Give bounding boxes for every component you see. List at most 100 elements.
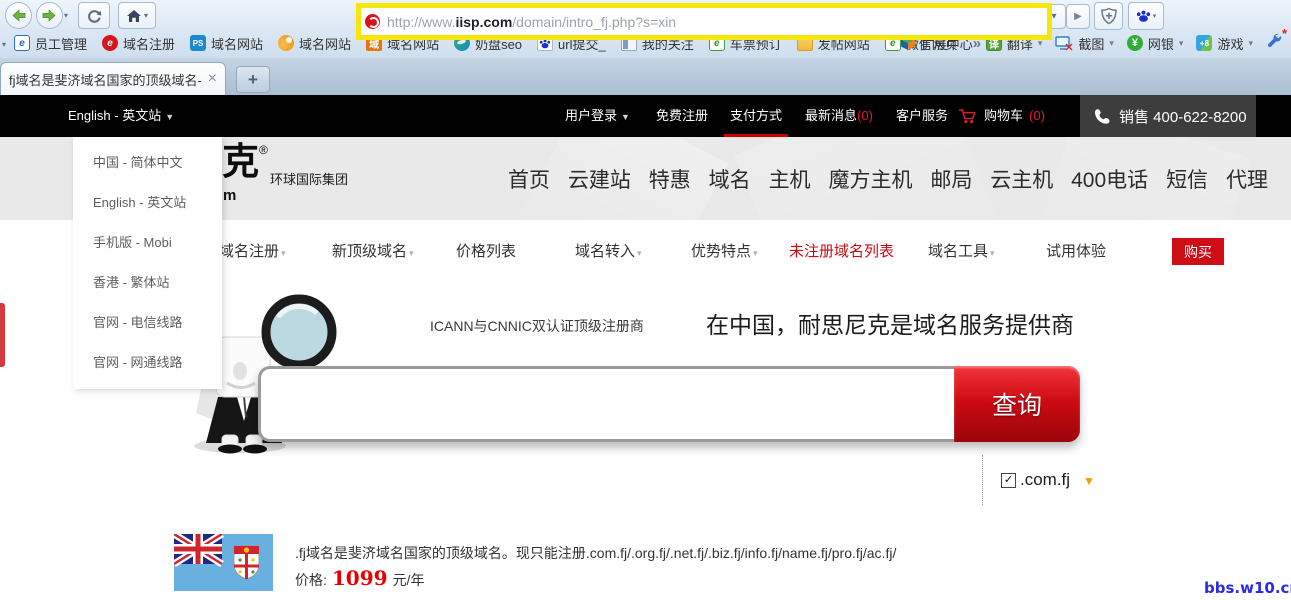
lang-option-hk[interactable]: 香港 - 繁体站	[73, 263, 222, 303]
nav-item-mail[interactable]: 邮局	[930, 164, 972, 194]
payment-link[interactable]: 支付方式	[723, 95, 789, 137]
lang-option-telecom[interactable]: 官网 - 电信线路	[73, 303, 222, 343]
orange-swirl-icon	[278, 35, 295, 51]
nav-item-hosting[interactable]: 主机	[769, 164, 811, 194]
nav-item-agent[interactable]: 代理	[1226, 164, 1268, 194]
subnav-trial[interactable]: 试用体验	[1046, 240, 1106, 261]
games-button[interactable]: +8 游戏 ▾	[1196, 34, 1253, 53]
nav-item-cube-hosting[interactable]: 魔方主机	[828, 164, 912, 194]
bank-caret[interactable]: ▾	[1179, 38, 1184, 49]
price-label: 价格:	[295, 572, 327, 588]
search-query-button[interactable]: 查询	[954, 366, 1080, 442]
nav-item-cloud[interactable]: 云主机	[990, 164, 1053, 194]
bookmarks-left-caret[interactable]: ▾	[2, 40, 6, 49]
lang-option-mobile[interactable]: 手机版 - Mobi	[73, 223, 222, 263]
url-text[interactable]: http://www.iisp.com/domain/intro_fj.php?…	[387, 14, 676, 30]
subnav-domain-register[interactable]: 域名注册 ▾	[219, 240, 286, 261]
address-bar-highlight[interactable]: http://www.iisp.com/domain/intro_fj.php?…	[356, 3, 1052, 40]
subnav-new-tlds[interactable]: 新顶级域名 ▾	[332, 240, 414, 261]
subnav-domain-transfer[interactable]: 域名转入 ▾	[575, 240, 642, 261]
bookmark-label: 员工管理	[35, 36, 88, 52]
red-e-icon: e	[102, 35, 119, 51]
nav-item-deals[interactable]: 特惠	[649, 164, 691, 194]
chevron-down-icon: ▾	[637, 248, 642, 258]
security-shield-button[interactable]	[1094, 2, 1123, 30]
bookmark-item[interactable]: e 员工管理	[14, 34, 87, 53]
domain-search-input[interactable]	[269, 375, 943, 435]
site-top-bar: English - 英文站 ▼ 用户登录 ▼ 免费注册 支付方式 最新消息(0) 客…	[0, 95, 1291, 137]
registered-mark: ®	[259, 143, 268, 157]
subnav-domain-tools[interactable]: 域名工具 ▾	[928, 240, 995, 261]
nav-item-400phone[interactable]: 400电话	[1071, 164, 1148, 194]
sales-phone-box[interactable]: 销售 400-622-8200	[1080, 95, 1256, 137]
new-tab-button[interactable]: +	[236, 66, 270, 93]
games-caret[interactable]: ▾	[1248, 38, 1253, 49]
refresh-icon	[88, 9, 102, 23]
news-link[interactable]: 最新消息(0)	[805, 95, 873, 137]
game-icon: +8	[1196, 35, 1213, 51]
subnav-label: 价格列表	[456, 243, 517, 260]
home-button[interactable]: ▾	[118, 2, 156, 29]
browser-toolbar: ▾ ▾ http://www.iisp.com/domain/intro_fj.…	[0, 0, 1291, 59]
language-switcher[interactable]: English - 英文站 ▼	[68, 95, 174, 137]
wrench-button[interactable]: *	[1266, 26, 1287, 54]
wrench-icon	[1267, 33, 1282, 48]
lang-option-netcom[interactable]: 官网 - 网通线路	[73, 343, 222, 383]
nav-item-sitebuilder[interactable]: 云建站	[568, 164, 631, 194]
tld-checkbox[interactable]: ✓	[1001, 472, 1016, 488]
subnav-unregistered-list[interactable]: 未注册域名列表	[789, 240, 894, 261]
tab-bar: fj域名是斐济域名国家的顶级域名- ... × +	[0, 58, 1291, 96]
user-login-menu[interactable]: 用户登录 ▼	[565, 95, 630, 137]
browser-paw-menu-button[interactable]: ▾	[1128, 2, 1164, 30]
cart-link[interactable]: 购物车 (0)	[958, 95, 1045, 137]
ie-icon: e	[14, 35, 30, 51]
forward-button[interactable]	[36, 2, 63, 29]
sales-phone-label: 销售 400-622-8200	[1119, 108, 1247, 126]
screenshot-button[interactable]: 截图 ▾	[1055, 34, 1114, 53]
forward-history-caret[interactable]: ▾	[64, 11, 68, 20]
register-link[interactable]: 免费注册	[656, 95, 708, 137]
bookmark-item[interactable]: 域名网站	[278, 34, 351, 53]
subnav-price-list[interactable]: 价格列表	[456, 240, 516, 261]
bookmark-item[interactable]: PS 域名网站	[190, 34, 263, 53]
asterisk-badge: *	[1281, 26, 1287, 41]
subnav-advantages[interactable]: 优势特点 ▾	[691, 240, 758, 261]
side-ribbon[interactable]	[0, 303, 5, 367]
news-count-badge: (0)	[857, 108, 873, 123]
site-favicon	[365, 14, 380, 29]
screenshot-icon	[1055, 35, 1073, 50]
customer-service-link[interactable]: 客户服务	[896, 95, 948, 137]
cart-icon	[959, 108, 976, 123]
active-tab[interactable]: fj域名是斐济域名国家的顶级域名- ... ×	[0, 62, 226, 95]
go-button[interactable]: ▶	[1066, 4, 1090, 29]
tld-description: .fj域名是斐济域名国家的顶级域名。现只能注册.com.fj/.org.fj/.…	[295, 545, 897, 561]
home-caret[interactable]: ▾	[144, 11, 148, 20]
nav-item-domain[interactable]: 域名	[709, 164, 751, 194]
logo-glyph: 克	[222, 141, 259, 182]
news-label: 最新消息	[805, 108, 858, 123]
url-prefix: http://www.	[387, 13, 456, 30]
buy-button[interactable]: 购买	[1172, 238, 1224, 265]
nav-item-home[interactable]: 首页	[508, 164, 550, 194]
certification-text: ICANN与CNNIC双认证顶级注册商	[430, 318, 644, 334]
back-button[interactable]	[5, 2, 32, 29]
refresh-button[interactable]	[78, 2, 110, 29]
lang-option-cn[interactable]: 中国 - 简体中文	[73, 143, 222, 183]
screenshot-caret[interactable]: ▾	[1109, 38, 1114, 49]
main-navigation: 首页 云建站 特惠 域名 主机 魔方主机 邮局 云主机 400电话 短信 代理	[508, 137, 1268, 220]
paw-icon	[1136, 10, 1150, 22]
bank-button[interactable]: ¥ 网银 ▾	[1126, 34, 1184, 53]
tool-label: 截图	[1078, 36, 1105, 52]
subnav-label: 优势特点	[691, 243, 752, 260]
tld-checkbox-row[interactable]: ✓ .com.fj	[1001, 470, 1070, 490]
price-line: 价格: 1099 元/年	[295, 566, 424, 590]
subnav-label: 域名注册	[219, 243, 280, 260]
site-logo[interactable]: 克® 环球国际集团 m	[222, 141, 348, 204]
tab-close-icon[interactable]: ×	[208, 70, 217, 88]
bookmark-item[interactable]: e 域名注册	[102, 34, 175, 53]
tld-dropdown-arrow-icon[interactable]: ▼	[1083, 474, 1095, 488]
lang-option-en[interactable]: English - 英文站	[73, 183, 222, 223]
home-icon	[126, 9, 141, 22]
nav-item-sms[interactable]: 短信	[1166, 164, 1208, 194]
chevron-down-icon: ▾	[409, 248, 414, 258]
